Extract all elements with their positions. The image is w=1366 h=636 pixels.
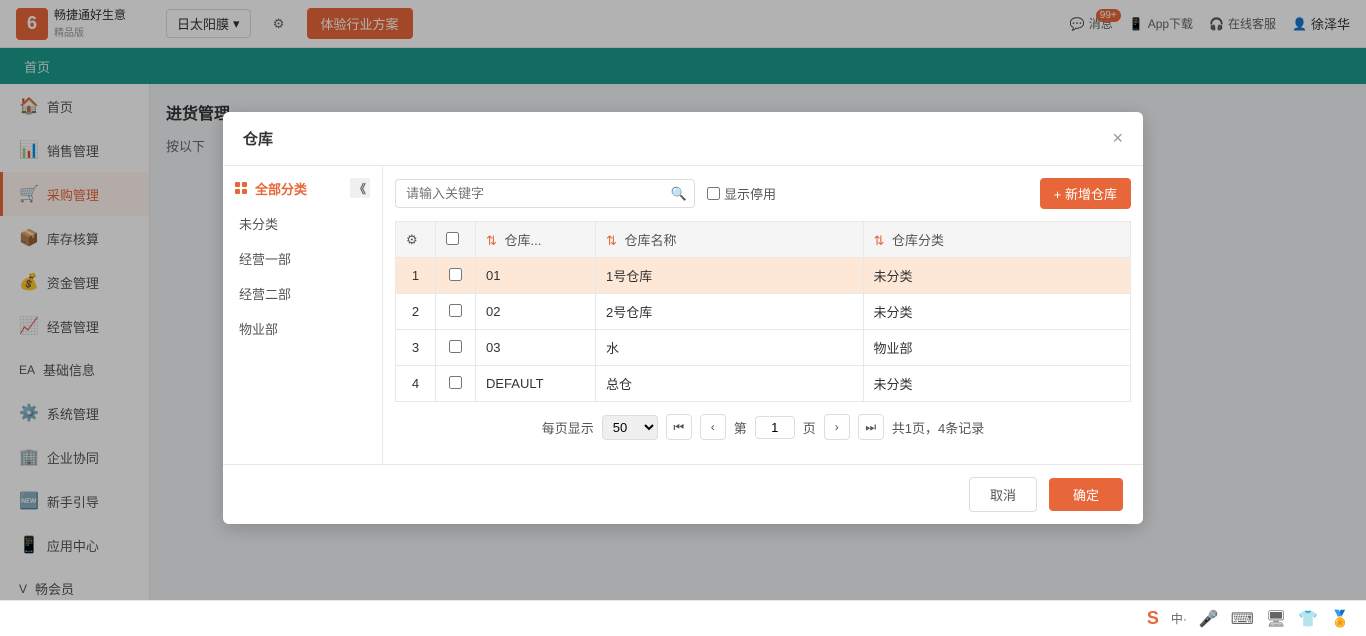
page-number-input[interactable] [755,416,795,439]
cell-code-2: 02 [476,294,596,330]
search-input[interactable] [395,179,695,208]
table-head: ⚙ ⇅ 仓库... ⇅ [396,222,1131,258]
cell-check-4 [436,366,476,402]
cell-num-1: 1 [396,258,436,294]
grid-icon [235,182,247,194]
cell-name-1: 1号仓库 [596,258,864,294]
cell-cat-2: 未分类 [863,294,1131,330]
row-checkbox-1[interactable] [449,268,462,281]
th-name-label: 仓库名称 [625,233,677,248]
page-label: 第 [734,418,747,437]
th-cat-label: 仓库分类 [892,233,944,248]
th-num: ⚙ [396,222,436,258]
cell-name-2: 2号仓库 [596,294,864,330]
sort-icon-cat: ⇅ [874,233,885,248]
warehouse-table: ⚙ ⇅ 仓库... ⇅ [395,221,1131,402]
category-item-dept2[interactable]: 经营二部 [223,276,382,311]
table-header-row: ⚙ ⇅ 仓库... ⇅ [396,222,1131,258]
category-sidebar: 全部分类 《 未分类 经营一部 经营二部 物业部 [223,166,383,464]
warehouse-modal: 仓库 × 全部分类 《 [223,112,1143,524]
first-page-button[interactable]: ⏮ [666,414,692,440]
total-info: 共1页，4条记录 [892,418,984,437]
confirm-button[interactable]: 确定 [1049,478,1123,511]
cell-code-3: 03 [476,330,596,366]
keyboard-icon[interactable]: ⌨ [1231,609,1254,629]
table-body: 1 01 1号仓库 未分类 2 02 2号仓库 [396,258,1131,402]
table-wrapper: ⚙ ⇅ 仓库... ⇅ [395,221,1131,402]
th-code-label: 仓库... [505,233,542,248]
cancel-button[interactable]: 取消 [969,477,1037,512]
cell-code-1: 01 [476,258,596,294]
cell-check-2 [436,294,476,330]
prev-page-button[interactable]: ‹ [700,414,726,440]
search-icon[interactable]: 🔍 [671,186,687,202]
table-row[interactable]: 4 DEFAULT 总仓 未分类 [396,366,1131,402]
cell-cat-4: 未分类 [863,366,1131,402]
cell-name-4: 总仓 [596,366,864,402]
cell-check-1 [436,258,476,294]
category-item-dept1[interactable]: 经营一部 [223,241,382,276]
all-categories-label[interactable]: 全部分类 [235,179,307,198]
search-input-wrap: 🔍 [395,179,695,208]
modal-header: 仓库 × [223,112,1143,166]
cell-name-3: 水 [596,330,864,366]
show-disabled-label[interactable]: 显示停用 [707,184,776,203]
per-page-select[interactable]: 50 10 20 100 [602,415,658,440]
modal-footer: 取消 确定 [223,464,1143,524]
sort-icon-name: ⇅ [606,233,617,248]
monitor-icon[interactable]: 🖥 [1266,609,1286,629]
row-checkbox-2[interactable] [449,304,462,317]
th-category[interactable]: ⇅ 仓库分类 [863,222,1131,258]
badge-icon[interactable]: 🏅 [1330,609,1350,629]
category-item-property[interactable]: 物业部 [223,311,382,346]
table-toolbar: 🔍 显示停用 + 新增仓库 [395,178,1131,209]
cell-cat-1: 未分类 [863,258,1131,294]
category-item-unclassified[interactable]: 未分类 [223,206,382,241]
gear-icon: ⚙ [406,232,418,247]
bottom-icon-cn[interactable]: 中· [1171,610,1187,627]
bottom-icon-1[interactable]: S [1147,608,1159,629]
pagination-bar: 每页显示 50 10 20 100 ⏮ ‹ 第 页 › ⏭ 共1页，4条记录 [395,402,1131,452]
last-page-button[interactable]: ⏭ [858,414,884,440]
table-area: 🔍 显示停用 + 新增仓库 ⚙ [383,166,1143,464]
row-checkbox-4[interactable] [449,376,462,389]
select-all-checkbox[interactable] [446,232,459,245]
cell-num-2: 2 [396,294,436,330]
modal-close-button[interactable]: × [1112,128,1123,149]
th-checkbox [436,222,476,258]
row-checkbox-3[interactable] [449,340,462,353]
th-code[interactable]: ⇅ 仓库... [476,222,596,258]
modal-title: 仓库 [243,128,273,149]
cell-check-3 [436,330,476,366]
table-row[interactable]: 2 02 2号仓库 未分类 [396,294,1131,330]
add-warehouse-button[interactable]: + 新增仓库 [1040,178,1131,209]
shirt-icon[interactable]: 👕 [1298,609,1318,629]
cell-num-3: 3 [396,330,436,366]
th-name[interactable]: ⇅ 仓库名称 [596,222,864,258]
table-row[interactable]: 3 03 水 物业部 [396,330,1131,366]
table-row[interactable]: 1 01 1号仓库 未分类 [396,258,1131,294]
cell-code-4: DEFAULT [476,366,596,402]
show-disabled-text: 显示停用 [724,184,776,203]
cell-num-4: 4 [396,366,436,402]
page-suffix: 页 [803,418,816,437]
cell-cat-3: 物业部 [863,330,1131,366]
next-page-button[interactable]: › [824,414,850,440]
modal-body: 全部分类 《 未分类 经营一部 经营二部 物业部 🔍 [223,166,1143,464]
per-page-label: 每页显示 [542,418,594,437]
category-collapse-button[interactable]: 《 [350,178,370,198]
mic-icon[interactable]: 🎤 [1199,609,1219,629]
category-header: 全部分类 《 [223,178,382,206]
modal-overlay[interactable]: 仓库 × 全部分类 《 [0,0,1366,636]
bottom-bar: S 中· 🎤 ⌨ 🖥 👕 🏅 [0,600,1366,636]
all-categories-text: 全部分类 [255,179,307,198]
show-disabled-checkbox[interactable] [707,187,720,200]
sort-icon-code: ⇅ [486,233,497,248]
